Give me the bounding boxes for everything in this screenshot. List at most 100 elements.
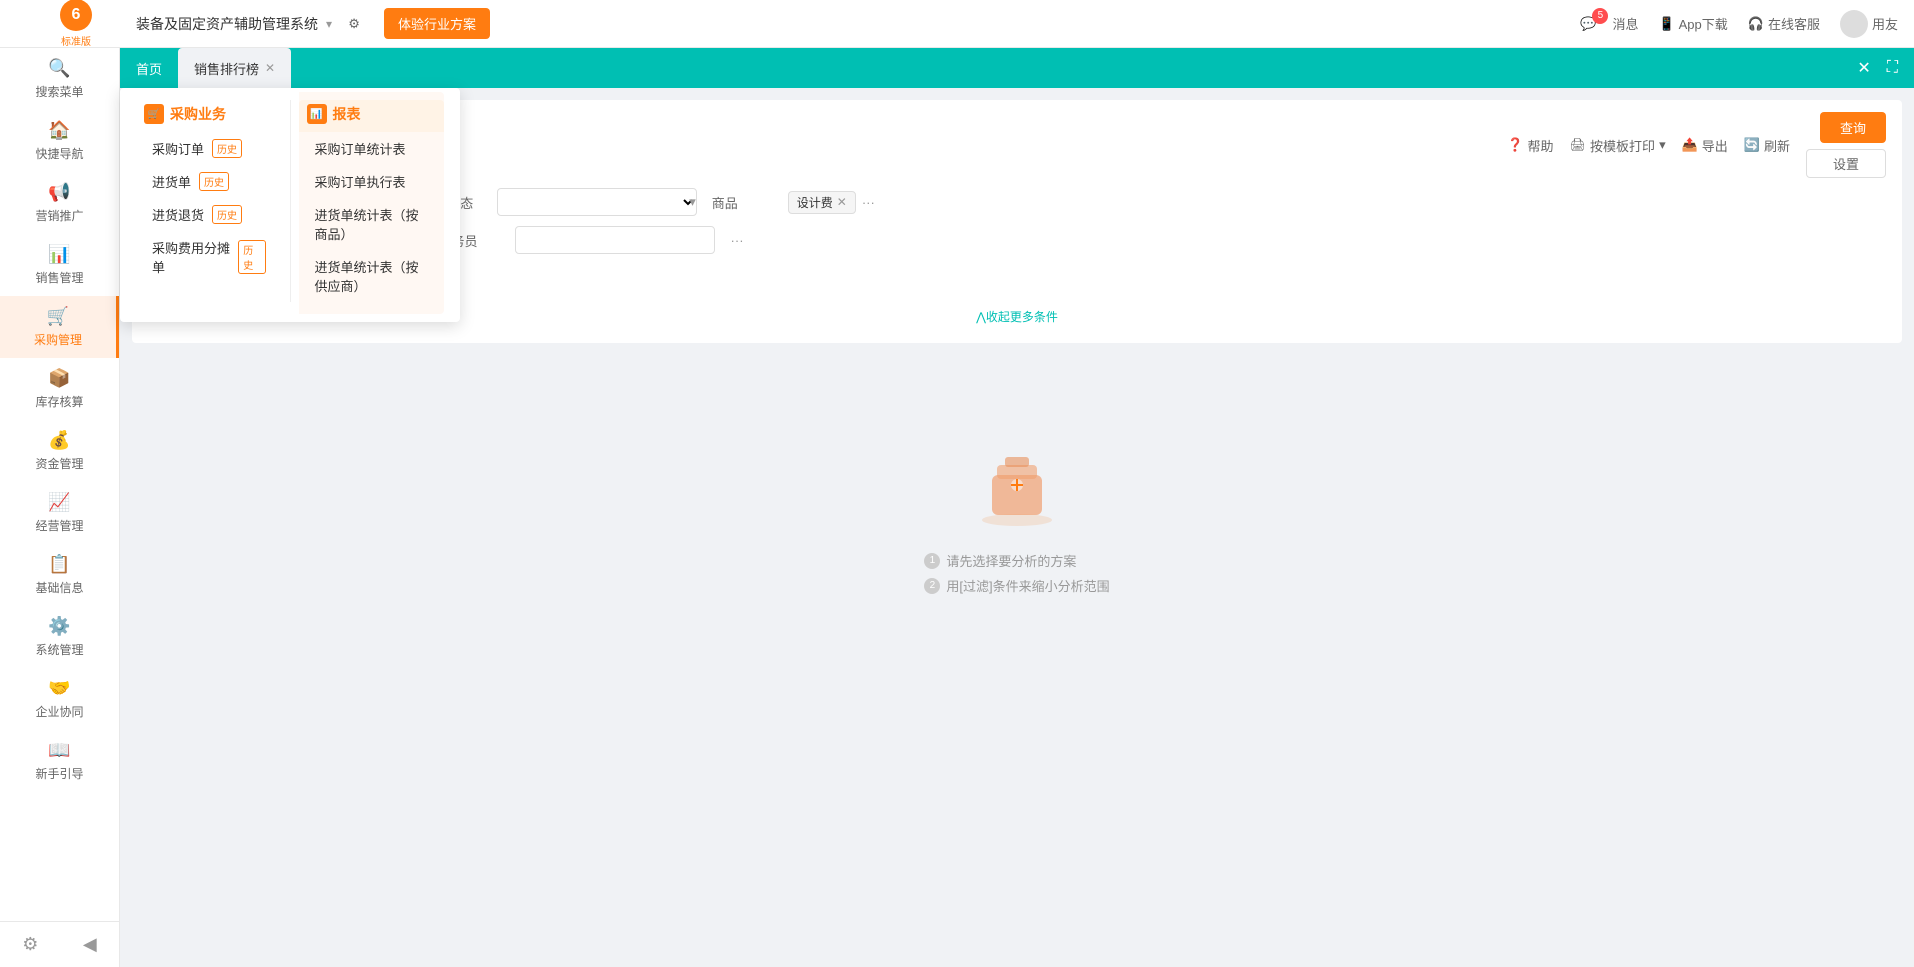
dropdown-item-po-exec-label: 采购订单执行表 (315, 172, 406, 191)
sidebar-label-guide: 新手引导 (35, 765, 83, 782)
industry-btn[interactable]: 体验行业方案 (384, 8, 490, 39)
sidebar-label-marketing: 营销推广 (35, 207, 83, 224)
title-dropdown-icon[interactable]: ▾ (326, 17, 332, 31)
tab-close-icon[interactable]: ✕ (265, 61, 275, 75)
top-bar: 6 标准版 装备及固定资产辅助管理系统 ▾ ⚙ 体验行业方案 💬 5 消息 📱 … (0, 0, 1914, 48)
tip-text-2: 用[过滤]条件来缩小分析范围 (946, 576, 1109, 595)
dropdown-item-po-stat[interactable]: 采购订单统计表 (299, 132, 445, 165)
dropdown-item-return[interactable]: 进货退货 历史 (136, 198, 282, 231)
tab-sales-rank[interactable]: 销售排行榜 ✕ (178, 48, 291, 88)
dropdown-item-receive-label: 进货单 (152, 172, 191, 191)
salesperson-more-btn[interactable]: ··· (731, 233, 744, 248)
export-btn[interactable]: 📤 导出 (1682, 136, 1728, 155)
collapse-up-icon: ⋀ (976, 310, 986, 324)
empty-state: 1 请先选择要分析的方案 2 用[过滤]条件来缩小分析范围 (132, 355, 1902, 681)
message-btn[interactable]: 💬 5 消息 (1580, 14, 1638, 33)
tip-num-2: 2 (924, 578, 940, 594)
headset-icon: 🎧 (1748, 16, 1764, 32)
sidebar: 🔍 搜索菜单 🏠 快捷导航 📢 营销推广 📊 销售管理 🛒 采购管理 📦 库存核… (0, 48, 120, 967)
goods-tag: 设计费 ✕ (788, 191, 856, 214)
dropdown-item-expense[interactable]: 采购费用分摊单 历史 (136, 231, 282, 283)
bottom-settings-icon[interactable]: ⚙ (22, 934, 38, 955)
system-icon: ⚙️ (48, 616, 70, 637)
dropdown-header: 🛒 采购业务 采购订单 历史 进货单 历史 进货退货 历史 采购费用分摊单 历史 (120, 100, 460, 310)
top-right-area: 💬 5 消息 📱 App下载 🎧 在线客服 用友 (1580, 10, 1898, 38)
report-section-icon: 📊 (307, 104, 327, 124)
dropdown-item-po-label: 采购订单 (152, 139, 204, 158)
sidebar-item-basicinfo[interactable]: 📋 基础信息 (0, 544, 119, 606)
empty-tip-2: 2 用[过滤]条件来缩小分析范围 (924, 576, 1109, 595)
sidebar-item-system[interactable]: ⚙️ 系统管理 (0, 606, 119, 668)
goods-label: 商品 (712, 193, 772, 212)
sidebar-item-sales[interactable]: 📊 销售管理 (0, 234, 119, 296)
refresh-label: 刷新 (1764, 136, 1790, 155)
dropdown-item-receive[interactable]: 进货单 历史 (136, 165, 282, 198)
goods-tag-value: 设计费 (797, 194, 833, 211)
user-label: 用友 (1872, 14, 1898, 33)
po-history-badge: 历史 (212, 139, 242, 158)
dropdown-item-expense-label: 采购费用分摊单 (152, 238, 230, 276)
sidebar-label-sales: 销售管理 (35, 269, 83, 286)
set-btn[interactable]: 设置 (1806, 149, 1886, 178)
print-label: 按模板打印 (1590, 136, 1655, 155)
return-history-badge: 历史 (212, 205, 242, 224)
logo-area: 6 标准版 (16, 0, 136, 48)
online-service-label: 在线客服 (1768, 14, 1820, 33)
dropdown-divider (290, 100, 291, 302)
sidebar-label-quicknav: 快捷导航 (35, 145, 83, 162)
dropdown-item-po[interactable]: 采购订单 历史 (136, 132, 282, 165)
sidebar-item-enterprise[interactable]: 🤝 企业协同 (0, 668, 119, 730)
sidebar-item-purchase[interactable]: 🛒 采购管理 (0, 296, 119, 358)
dropdown-item-receive-stat-goods[interactable]: 进货单统计表（按商品） (299, 198, 445, 250)
help-btn[interactable]: ❓ 帮助 (1507, 136, 1553, 155)
sidebar-item-operation[interactable]: 📈 经营管理 (0, 482, 119, 544)
purchase-section-icon: 🛒 (144, 104, 164, 124)
app-download-btn[interactable]: 📱 App下载 (1658, 14, 1727, 33)
tab-home[interactable]: 首页 (120, 48, 178, 88)
dropdown-item-receive-stat-supplier[interactable]: 进货单统计表（按供应商） (299, 250, 445, 302)
tab-bar-right: ✕ ⛶ (1853, 54, 1914, 82)
collapse-label: 收起更多条件 (986, 308, 1058, 325)
sidebar-item-finance[interactable]: 💰 资金管理 (0, 420, 119, 482)
empty-illustration (967, 435, 1067, 535)
query-btn[interactable]: 查询 (1820, 112, 1886, 143)
sidebar-item-quicknav[interactable]: 🏠 快捷导航 (0, 110, 119, 172)
tab-close-all-icon[interactable]: ✕ (1853, 54, 1874, 82)
report-section-title: 📊 报表 (299, 100, 445, 132)
phone-icon: 📱 (1658, 16, 1674, 32)
operation-icon: 📈 (48, 492, 70, 513)
goods-more-btn[interactable]: ··· (862, 195, 875, 210)
tab-expand-icon[interactable]: ⛶ (1883, 55, 1902, 81)
bottom-collapse-icon[interactable]: ◀ (83, 934, 97, 955)
logo-subtitle: 标准版 (61, 33, 91, 48)
refresh-btn[interactable]: 🔄 刷新 (1744, 136, 1790, 155)
help-icon: ❓ (1507, 137, 1523, 153)
sidebar-item-search[interactable]: 🔍 搜索菜单 (0, 48, 119, 110)
logo-icon: 6 (60, 0, 92, 31)
basicinfo-icon: 📋 (48, 554, 70, 575)
sidebar-item-marketing[interactable]: 📢 营销推广 (0, 172, 119, 234)
doc-status-select[interactable] (497, 188, 697, 216)
sidebar-item-guide[interactable]: 📖 新手引导 (0, 730, 119, 792)
dropdown-item-po-exec[interactable]: 采购订单执行表 (299, 165, 445, 198)
purchase-icon: 🛒 (47, 306, 69, 327)
settings-icon-btn[interactable]: ⚙ (340, 10, 368, 38)
goods-tag-close[interactable]: ✕ (837, 195, 847, 209)
help-label: 帮助 (1528, 136, 1554, 155)
online-service-btn[interactable]: 🎧 在线客服 (1748, 14, 1820, 33)
print-icon: 🖨 (1570, 137, 1587, 153)
sidebar-item-inventory[interactable]: 📦 库存核算 (0, 358, 119, 420)
refresh-icon: 🔄 (1744, 137, 1760, 153)
user-btn[interactable]: 用友 (1840, 10, 1898, 38)
sidebar-label-finance: 资金管理 (35, 455, 83, 472)
sidebar-label-purchase: 采购管理 (34, 331, 82, 348)
inventory-icon: 📦 (48, 368, 70, 389)
sidebar-label-system: 系统管理 (35, 641, 83, 658)
tab-bar: 首页 销售排行榜 ✕ ✕ ⛶ (120, 48, 1914, 88)
goods-filter: 设计费 ✕ ··· (788, 191, 875, 214)
tab-home-label: 首页 (136, 59, 162, 78)
print-btn[interactable]: 🖨 按模板打印 ▾ (1570, 136, 1666, 155)
empty-tip-1: 1 请先选择要分析的方案 (924, 551, 1109, 570)
salesperson-input[interactable] (515, 226, 715, 254)
sidebar-label-operation: 经营管理 (35, 517, 83, 534)
